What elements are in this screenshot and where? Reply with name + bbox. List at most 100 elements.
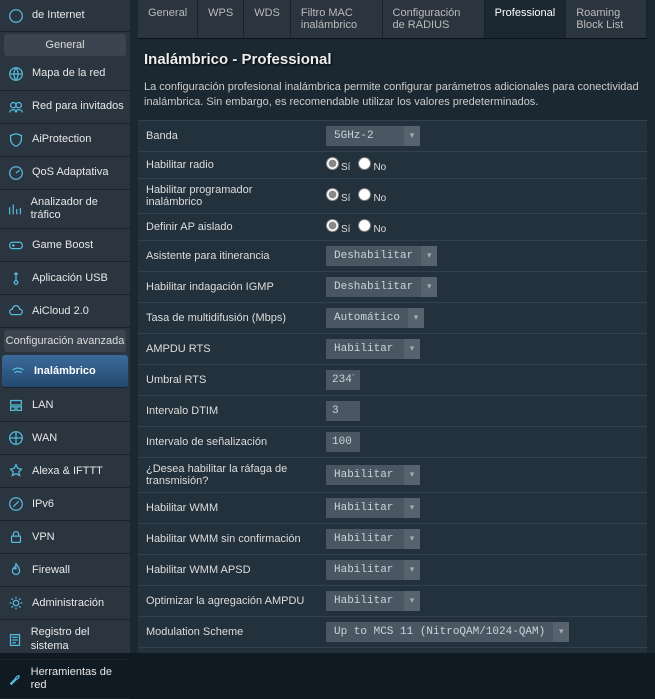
- select-15[interactable]: Habilitar▾: [326, 591, 420, 611]
- sidebar-item-label: Red para invitados: [32, 100, 124, 113]
- tab-wps[interactable]: WPS: [198, 0, 244, 38]
- setting-control-cell: Sí No: [318, 213, 647, 240]
- vpn-icon: [6, 527, 26, 547]
- sidebar-item-qos-adaptativa[interactable]: QoS Adaptativa: [0, 157, 130, 190]
- sidebar-item-herramientas-de-red[interactable]: Herramientas de red: [0, 660, 130, 699]
- wifi-icon: [8, 361, 28, 381]
- setting-label: Intervalo DTIM: [138, 395, 318, 426]
- sidebar-item-game-boost[interactable]: Game Boost: [0, 229, 130, 262]
- setting-row: Umbral RTS: [138, 364, 647, 395]
- setting-control-cell: Habilitar▾: [318, 554, 647, 585]
- setting-row: Habilitar radio Sí No: [138, 151, 647, 178]
- select-0[interactable]: 5GHz-2▾: [326, 126, 420, 146]
- setting-row: Asistente para itineranciaDeshabilitar▾: [138, 240, 647, 271]
- setting-row: AMPDU RTSHabilitar▾: [138, 333, 647, 364]
- tab-configuraci-n-de-radius[interactable]: Configuración de RADIUS: [383, 0, 485, 38]
- select-value: Up to MCS 11 (NitroQAM/1024-QAM): [326, 622, 553, 642]
- gamepad-icon: [6, 235, 26, 255]
- text-input-8[interactable]: [326, 370, 360, 390]
- select-13[interactable]: Habilitar▾: [326, 529, 420, 549]
- setting-control-cell: Habilitar▾: [318, 647, 647, 653]
- setting-row: ¿Desea habilitar la ráfaga de transmisió…: [138, 457, 647, 492]
- text-input-9[interactable]: [326, 401, 360, 421]
- tab-wds[interactable]: WDS: [244, 0, 291, 38]
- sidebar-item-aicloud-2-0[interactable]: AiCloud 2.0: [0, 295, 130, 328]
- sidebar-item-internet[interactable]: de Internet: [0, 0, 130, 32]
- select-6[interactable]: Automático▾: [326, 308, 424, 328]
- tabs: GeneralWPSWDSFiltro MAC inalámbricoConfi…: [138, 0, 647, 39]
- radio-no[interactable]: No: [358, 219, 386, 235]
- select-11[interactable]: Habilitar▾: [326, 465, 420, 485]
- sidebar-item-label: AiProtection: [32, 133, 91, 146]
- setting-control-cell: Up to MCS 11 (NitroQAM/1024-QAM)▾: [318, 616, 647, 647]
- chart-icon: [6, 199, 25, 219]
- sidebar-item-label: IPv6: [32, 498, 54, 511]
- chevron-down-icon: ▾: [404, 339, 420, 359]
- main-panel: GeneralWPSWDSFiltro MAC inalámbricoConfi…: [130, 0, 655, 653]
- sidebar-item-label: Administración: [32, 597, 104, 610]
- sidebar-item-label: LAN: [32, 399, 53, 412]
- gear-icon: [6, 593, 26, 613]
- sidebar-item-aiprotection[interactable]: AiProtection: [0, 124, 130, 157]
- setting-label: Equidad de tiempo de emisión: [138, 647, 318, 653]
- sidebar-item-label: Mapa de la red: [32, 67, 105, 80]
- chevron-down-icon: ▾: [404, 126, 420, 146]
- users-icon: [6, 97, 26, 117]
- setting-row: Tasa de multidifusión (Mbps)Automático▾: [138, 302, 647, 333]
- radio-no[interactable]: No: [358, 188, 386, 204]
- sidebar-header-general: General: [4, 34, 126, 56]
- tab-filtro-mac-inal-mbrico[interactable]: Filtro MAC inalámbrico: [291, 0, 383, 38]
- setting-row: Habilitar indagación IGMPDeshabilitar▾: [138, 271, 647, 302]
- select-4[interactable]: Deshabilitar▾: [326, 246, 437, 266]
- text-input-10[interactable]: [326, 432, 360, 452]
- select-16[interactable]: Up to MCS 11 (NitroQAM/1024-QAM)▾: [326, 622, 569, 642]
- sidebar-item-wan[interactable]: WAN: [0, 422, 130, 455]
- sidebar-item-mapa-de-la-red[interactable]: Mapa de la red: [0, 58, 130, 91]
- radio-group-3: Sí No: [326, 219, 639, 235]
- select-5[interactable]: Deshabilitar▾: [326, 277, 437, 297]
- sidebar-item-label: Firewall: [32, 564, 70, 577]
- chevron-down-icon: ▾: [421, 277, 437, 297]
- sidebar-item-aplicaci-n-usb[interactable]: Aplicación USB: [0, 262, 130, 295]
- sidebar-item-label: de Internet: [32, 9, 85, 22]
- sidebar-item-inal-mbrico[interactable]: Inalámbrico: [2, 355, 128, 388]
- setting-label: Habilitar WMM sin confirmación: [138, 523, 318, 554]
- radio-no[interactable]: No: [358, 157, 386, 173]
- sidebar: de Internet General Mapa de la red Red pa…: [0, 0, 130, 653]
- select-14[interactable]: Habilitar▾: [326, 560, 420, 580]
- tab-general[interactable]: General: [138, 0, 198, 38]
- sidebar-item-lan[interactable]: LAN: [0, 389, 130, 422]
- log-icon: [6, 630, 25, 650]
- sidebar-item-label: Inalámbrico: [34, 365, 96, 378]
- sidebar-item-analizador-de-tr-fico[interactable]: Analizador de tráfico: [0, 190, 130, 229]
- sidebar-item-administraci-n[interactable]: Administración: [0, 587, 130, 620]
- select-value: Habilitar: [326, 498, 404, 518]
- setting-label: Habilitar radio: [138, 151, 318, 178]
- sidebar-item-registro-del-sistema[interactable]: Registro del sistema: [0, 620, 130, 659]
- select-value: Deshabilitar: [326, 277, 421, 297]
- setting-row: Habilitar programador inalámbricoSíNo: [138, 178, 647, 213]
- radio-yes[interactable]: Sí: [326, 219, 350, 235]
- sidebar-item-ipv6[interactable]: IPv6: [0, 488, 130, 521]
- sidebar-item-vpn[interactable]: VPN: [0, 521, 130, 554]
- star-icon: [6, 461, 26, 481]
- setting-row: Intervalo DTIM: [138, 395, 647, 426]
- gauge-icon: [6, 163, 26, 183]
- select-value: Automático: [326, 308, 408, 328]
- sidebar-item-label: Analizador de tráfico: [31, 196, 124, 222]
- radio-group-2: Sí No: [326, 188, 639, 204]
- select-12[interactable]: Habilitar▾: [326, 498, 420, 518]
- setting-control-cell: Sí No: [318, 151, 647, 178]
- sidebar-item-firewall[interactable]: Firewall: [0, 554, 130, 587]
- shield-icon: [6, 130, 26, 150]
- select-7[interactable]: Habilitar▾: [326, 339, 420, 359]
- panel-description: La configuración profesional inalámbrica…: [138, 78, 647, 120]
- sidebar-item-red-para-invitados[interactable]: Red para invitados: [0, 91, 130, 124]
- radio-yes[interactable]: Sí: [326, 157, 350, 173]
- radio-yes[interactable]: Sí: [326, 188, 350, 204]
- setting-row: Intervalo de señalización: [138, 426, 647, 457]
- wan-icon: [6, 428, 26, 448]
- tab-professional[interactable]: Professional: [485, 0, 567, 38]
- tab-roaming-block-list[interactable]: Roaming Block List: [566, 0, 647, 38]
- sidebar-item-alexa-ifttt[interactable]: Alexa & IFTTT: [0, 455, 130, 488]
